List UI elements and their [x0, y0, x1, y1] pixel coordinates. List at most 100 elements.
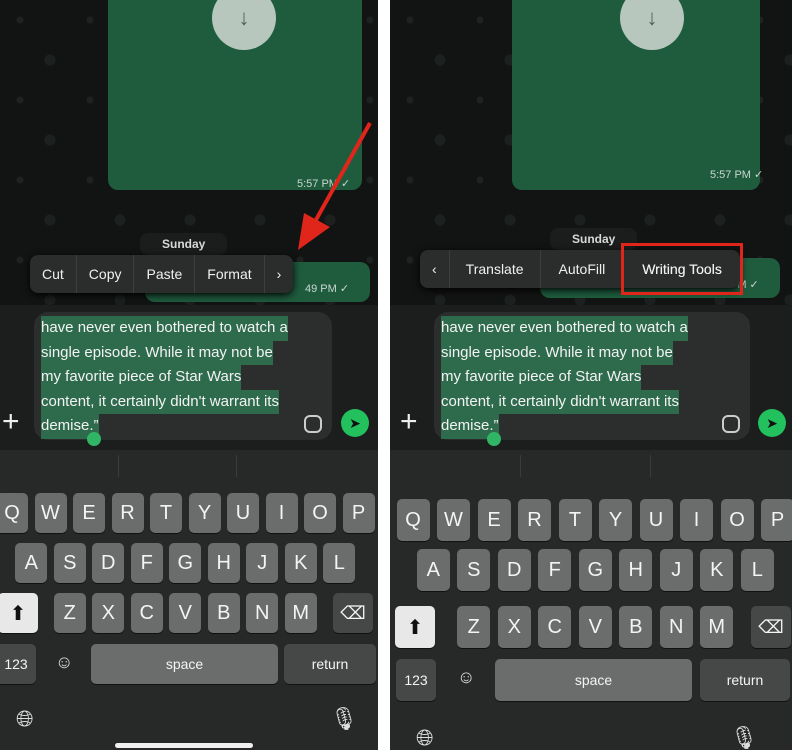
- menu-item-cut[interactable]: Cut: [30, 255, 77, 293]
- space-key[interactable]: space: [495, 659, 692, 701]
- delete-key[interactable]: ⌫: [751, 606, 791, 648]
- message-time: 5:57 PM ✓: [710, 169, 764, 181]
- key-t[interactable]: T: [558, 499, 592, 541]
- menu-item-copy[interactable]: Copy: [77, 255, 135, 293]
- key-u[interactable]: U: [639, 499, 673, 541]
- microphone-icon[interactable]: 🎙︎: [730, 725, 758, 750]
- key-x[interactable]: X: [92, 593, 125, 633]
- menu-item-paste[interactable]: Paste: [134, 255, 196, 293]
- key-f[interactable]: F: [538, 549, 572, 591]
- key-j[interactable]: J: [246, 543, 279, 583]
- key-z[interactable]: Z: [53, 593, 86, 633]
- key-b[interactable]: B: [619, 606, 653, 648]
- key-y[interactable]: Y: [188, 493, 221, 533]
- key-b[interactable]: B: [207, 593, 240, 633]
- return-key[interactable]: return: [700, 659, 790, 701]
- key-u[interactable]: U: [227, 493, 259, 533]
- text-line: my favorite piece of Star Wars: [41, 365, 242, 390]
- key-x[interactable]: X: [497, 606, 531, 648]
- return-key[interactable]: return: [284, 644, 376, 684]
- microphone-icon[interactable]: 🎙︎: [330, 706, 358, 732]
- key-y[interactable]: Y: [599, 499, 632, 541]
- key-h[interactable]: H: [207, 543, 240, 583]
- selected-text[interactable]: have never even bothered to watch a singl…: [441, 316, 688, 439]
- key-r[interactable]: R: [111, 493, 144, 533]
- key-v[interactable]: V: [169, 593, 202, 633]
- key-g[interactable]: G: [169, 543, 202, 583]
- key-m[interactable]: M: [700, 606, 734, 648]
- message-time: 49 PM ✓: [305, 283, 350, 295]
- edit-menu: Cut Copy Paste Format ›: [30, 255, 294, 293]
- keyboard: [390, 450, 792, 750]
- key-e[interactable]: E: [73, 493, 105, 533]
- space-key[interactable]: space: [91, 644, 278, 684]
- suggestion-divider: [520, 455, 521, 477]
- key-l[interactable]: L: [740, 549, 774, 591]
- text-line: have never even bothered to watch a: [441, 316, 688, 341]
- menu-item-autofill[interactable]: AutoFill: [541, 250, 625, 288]
- left-screenshot: ↓ 5:57 PM ✓ 49 PM ✓ Sunday Cut Copy Paste Forma…: [0, 0, 378, 750]
- sticker-icon[interactable]: [722, 415, 740, 433]
- numbers-key[interactable]: 123: [0, 644, 36, 684]
- selected-text[interactable]: have never even bothered to watch a singl…: [41, 316, 288, 439]
- key-n[interactable]: N: [246, 593, 279, 633]
- selection-handle[interactable]: [87, 432, 101, 446]
- key-w[interactable]: W: [437, 499, 470, 541]
- key-k[interactable]: K: [284, 543, 317, 583]
- key-s[interactable]: S: [53, 543, 86, 583]
- key-f[interactable]: F: [130, 543, 163, 583]
- menu-item-translate[interactable]: Translate: [450, 250, 541, 288]
- key-o[interactable]: O: [720, 499, 754, 541]
- emoji-icon[interactable]: ☺: [457, 667, 475, 688]
- delete-key[interactable]: ⌫: [333, 593, 373, 633]
- key-h[interactable]: H: [619, 549, 653, 591]
- key-a[interactable]: A: [416, 549, 450, 591]
- sticker-icon[interactable]: [304, 415, 322, 433]
- key-i[interactable]: I: [265, 493, 298, 533]
- menu-item-format[interactable]: Format: [195, 255, 265, 293]
- key-c[interactable]: C: [538, 606, 572, 648]
- key-d[interactable]: D: [497, 549, 531, 591]
- shift-key[interactable]: ⬆: [395, 606, 435, 648]
- key-d[interactable]: D: [92, 543, 125, 583]
- key-g[interactable]: G: [578, 549, 612, 591]
- key-e[interactable]: E: [477, 499, 511, 541]
- send-button[interactable]: ➤: [341, 409, 369, 437]
- numbers-key[interactable]: 123: [396, 659, 436, 701]
- suggestion-divider: [650, 455, 651, 477]
- globe-icon[interactable]: 🌐︎: [416, 725, 434, 750]
- key-p[interactable]: P: [342, 493, 375, 533]
- home-indicator: [115, 743, 253, 748]
- key-a[interactable]: A: [15, 543, 48, 583]
- selection-handle[interactable]: [487, 432, 501, 446]
- key-q[interactable]: Q: [396, 499, 430, 541]
- key-n[interactable]: N: [659, 606, 693, 648]
- key-k[interactable]: K: [700, 549, 734, 591]
- emoji-icon[interactable]: ☺: [55, 652, 73, 673]
- date-label: Sunday: [140, 233, 228, 255]
- key-o[interactable]: O: [304, 493, 336, 533]
- send-button[interactable]: ➤: [758, 409, 786, 437]
- key-v[interactable]: V: [578, 606, 612, 648]
- menu-next-chevron[interactable]: ›: [265, 255, 294, 293]
- key-s[interactable]: S: [457, 549, 491, 591]
- key-m[interactable]: M: [284, 593, 317, 633]
- right-screenshot: ↓ 5:57 PM ✓ PM ✓ Sunday ‹ Translate AutoFill Wr…: [390, 0, 792, 750]
- key-i[interactable]: I: [680, 499, 713, 541]
- key-w[interactable]: W: [34, 493, 67, 533]
- key-j[interactable]: J: [659, 549, 693, 591]
- key-q[interactable]: Q: [0, 493, 28, 533]
- key-p[interactable]: P: [761, 499, 792, 541]
- key-t[interactable]: T: [150, 493, 182, 533]
- key-c[interactable]: C: [130, 593, 163, 633]
- shift-key[interactable]: ⬆: [0, 593, 38, 633]
- text-line: my favorite piece of Star Wars: [441, 365, 642, 390]
- globe-icon[interactable]: 🌐︎: [16, 706, 34, 732]
- key-z[interactable]: Z: [457, 606, 491, 648]
- plus-icon[interactable]: +: [2, 405, 20, 439]
- key-r[interactable]: R: [518, 499, 551, 541]
- menu-back-chevron[interactable]: ‹: [420, 250, 450, 288]
- key-l[interactable]: L: [323, 543, 356, 583]
- plus-icon[interactable]: +: [400, 405, 418, 439]
- text-line: content, it certainly didn't warrant its: [41, 389, 279, 414]
